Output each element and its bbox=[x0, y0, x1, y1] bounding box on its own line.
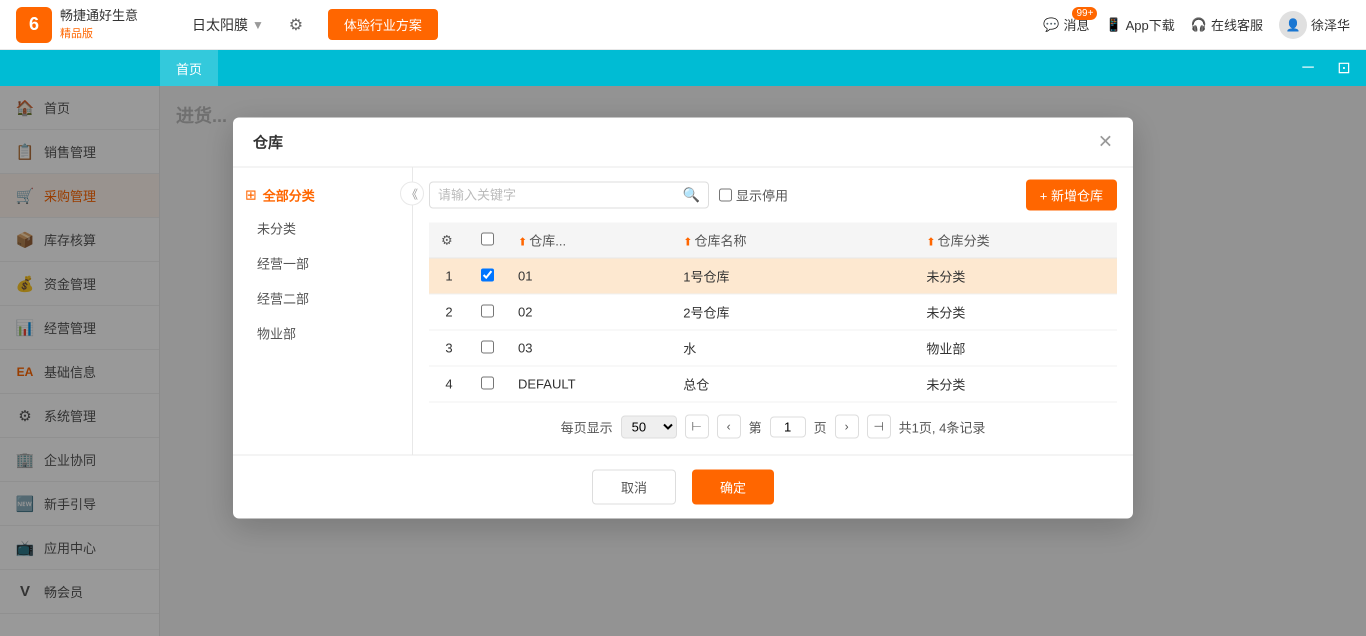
all-category-label: 全部分类 bbox=[263, 186, 315, 205]
subnav-home[interactable]: 首页 bbox=[160, 50, 218, 86]
add-warehouse-button[interactable]: + 新增仓库 bbox=[1026, 180, 1117, 211]
row-category: 未分类 bbox=[914, 258, 1117, 294]
table-row[interactable]: 3 03 水 物业部 bbox=[429, 330, 1117, 366]
warehouse-table: ⚙ ⬆仓库... ⬆仓库名称 ⬆仓库分类 1 01 1号仓库 未分类 2 02 bbox=[429, 223, 1117, 403]
user-item[interactable]: 👤 徐泽华 bbox=[1279, 11, 1350, 39]
messages-item[interactable]: 💬 消息 99+ bbox=[1043, 15, 1089, 34]
row-code: 03 bbox=[506, 330, 671, 366]
dialog-header: 仓库 ✕ bbox=[233, 118, 1133, 168]
page-label-after: 页 bbox=[814, 417, 827, 436]
row-checkbox[interactable] bbox=[469, 258, 506, 294]
app-download-label: App下载 bbox=[1126, 15, 1175, 34]
category-item-op1[interactable]: 经营一部 bbox=[233, 246, 412, 281]
row-name: 水 bbox=[671, 330, 914, 366]
header-right: 💬 消息 99+ 📱 App下载 🎧 在线客服 👤 徐泽华 bbox=[1043, 11, 1350, 39]
last-page-button[interactable]: ⊣ bbox=[867, 415, 891, 439]
messages-badge: 99+ bbox=[1072, 7, 1097, 20]
row-checkbox[interactable] bbox=[469, 330, 506, 366]
dialog-footer: 取消 确定 bbox=[233, 455, 1133, 519]
row-name: 总仓 bbox=[671, 366, 914, 402]
row-code: 02 bbox=[506, 294, 671, 330]
table-panel: 🔍 显示停用 + 新增仓库 ⚙ ⬆仓库... ⬆仓库名称 bbox=[413, 168, 1133, 455]
store-arrow-icon: ▼ bbox=[252, 18, 264, 32]
row-num: 4 bbox=[429, 366, 469, 402]
avatar: 👤 bbox=[1279, 11, 1307, 39]
store-selector[interactable]: 日太阳膜 ▼ bbox=[192, 15, 264, 35]
dialog-close-button[interactable]: ✕ bbox=[1098, 132, 1113, 153]
brand-sub: 精品版 bbox=[60, 25, 138, 41]
row-num: 1 bbox=[429, 258, 469, 294]
page-label-before: 第 bbox=[749, 417, 762, 436]
search-icon: 🔍 bbox=[683, 187, 700, 204]
show-disabled-label[interactable]: 显示停用 bbox=[719, 186, 788, 205]
settings-icon[interactable]: ⚙ bbox=[280, 9, 312, 41]
th-name: ⬆仓库名称 bbox=[671, 223, 914, 259]
row-name: 2号仓库 bbox=[671, 294, 914, 330]
trial-button[interactable]: 体验行业方案 bbox=[328, 9, 438, 40]
dialog-body: ⊞ 全部分类 未分类 经营一部 经营二部 物业部 《 🔍 显示停用 + 新增 bbox=[233, 168, 1133, 455]
search-input[interactable] bbox=[438, 188, 679, 203]
all-category-item[interactable]: ⊞ 全部分类 bbox=[233, 180, 412, 211]
table-row[interactable]: 4 DEFAULT 总仓 未分类 bbox=[429, 366, 1117, 402]
brand-name: 畅捷通好生意 bbox=[60, 8, 138, 25]
show-disabled-checkbox[interactable] bbox=[719, 189, 732, 202]
store-name: 日太阳膜 bbox=[192, 15, 248, 35]
per-page-select[interactable]: 50 100 bbox=[621, 415, 677, 438]
pagination: 每页显示 50 100 ⊢ ‹ 第 页 › ⊣ 共1页, 4条记录 bbox=[429, 403, 1117, 443]
maximize-icon[interactable]: ⊡ bbox=[1330, 54, 1358, 82]
customer-service-item[interactable]: 🎧 在线客服 bbox=[1191, 15, 1263, 34]
row-category: 未分类 bbox=[914, 294, 1117, 330]
table-container: ⚙ ⬆仓库... ⬆仓库名称 ⬆仓库分类 1 01 1号仓库 未分类 2 02 bbox=[429, 223, 1117, 403]
row-code: 01 bbox=[506, 258, 671, 294]
th-code: ⬆仓库... bbox=[506, 223, 671, 259]
th-checkbox bbox=[469, 223, 506, 259]
logo-area: 6 畅捷通好生意 精品版 bbox=[16, 7, 176, 43]
row-checkbox[interactable] bbox=[469, 294, 506, 330]
table-header-row: ⚙ ⬆仓库... ⬆仓库名称 ⬆仓库分类 bbox=[429, 223, 1117, 259]
row-checkbox[interactable] bbox=[469, 366, 506, 402]
row-name: 1号仓库 bbox=[671, 258, 914, 294]
table-toolbar: 🔍 显示停用 + 新增仓库 bbox=[429, 180, 1117, 211]
collapse-panel-button[interactable]: 《 bbox=[400, 182, 424, 206]
grid-icon: ⊞ bbox=[245, 187, 257, 204]
category-item-unclassified[interactable]: 未分类 bbox=[233, 211, 412, 246]
confirm-button[interactable]: 确定 bbox=[692, 470, 774, 505]
warehouse-dialog: 仓库 ✕ ⊞ 全部分类 未分类 经营一部 经营二部 物业部 《 🔍 bbox=[233, 118, 1133, 519]
row-num: 3 bbox=[429, 330, 469, 366]
table-row[interactable]: 2 02 2号仓库 未分类 bbox=[429, 294, 1117, 330]
row-category: 未分类 bbox=[914, 366, 1117, 402]
sub-header-right: ─ ⊡ bbox=[1294, 54, 1366, 82]
category-panel: ⊞ 全部分类 未分类 经营一部 经营二部 物业部 《 bbox=[233, 168, 413, 455]
table-body: 1 01 1号仓库 未分类 2 02 2号仓库 未分类 3 03 水 物业部 4… bbox=[429, 258, 1117, 402]
dialog-title: 仓库 bbox=[253, 132, 283, 153]
next-page-button[interactable]: › bbox=[835, 415, 859, 439]
customer-service-label: 在线客服 bbox=[1211, 15, 1263, 34]
page-number-input[interactable] bbox=[770, 416, 806, 437]
category-item-op2[interactable]: 经营二部 bbox=[233, 281, 412, 316]
phone-icon: 📱 bbox=[1105, 17, 1121, 33]
sub-header: 首页 ─ ⊡ bbox=[0, 50, 1366, 86]
cancel-button[interactable]: 取消 bbox=[592, 470, 676, 505]
app-download-item[interactable]: 📱 App下载 bbox=[1105, 15, 1174, 34]
select-all-checkbox[interactable] bbox=[481, 232, 494, 245]
search-box: 🔍 bbox=[429, 182, 709, 209]
row-code: DEFAULT bbox=[506, 366, 671, 402]
per-page-label: 每页显示 bbox=[561, 417, 613, 436]
th-category: ⬆仓库分类 bbox=[914, 223, 1117, 259]
prev-page-button[interactable]: ‹ bbox=[717, 415, 741, 439]
minimize-icon[interactable]: ─ bbox=[1294, 54, 1322, 82]
table-row[interactable]: 1 01 1号仓库 未分类 bbox=[429, 258, 1117, 294]
header-center: 日太阳膜 ▼ ⚙ 体验行业方案 bbox=[176, 9, 1043, 41]
row-category: 物业部 bbox=[914, 330, 1117, 366]
user-name: 徐泽华 bbox=[1311, 15, 1350, 34]
logo-icon: 6 bbox=[16, 7, 52, 43]
top-header: 6 畅捷通好生意 精品版 日太阳膜 ▼ ⚙ 体验行业方案 💬 消息 99+ 📱 … bbox=[0, 0, 1366, 50]
th-settings: ⚙ bbox=[429, 223, 469, 259]
total-info: 共1页, 4条记录 bbox=[899, 417, 986, 436]
headset-icon: 🎧 bbox=[1191, 17, 1207, 33]
category-item-property[interactable]: 物业部 bbox=[233, 316, 412, 351]
first-page-button[interactable]: ⊢ bbox=[685, 415, 709, 439]
message-icon: 💬 bbox=[1043, 17, 1059, 33]
row-num: 2 bbox=[429, 294, 469, 330]
